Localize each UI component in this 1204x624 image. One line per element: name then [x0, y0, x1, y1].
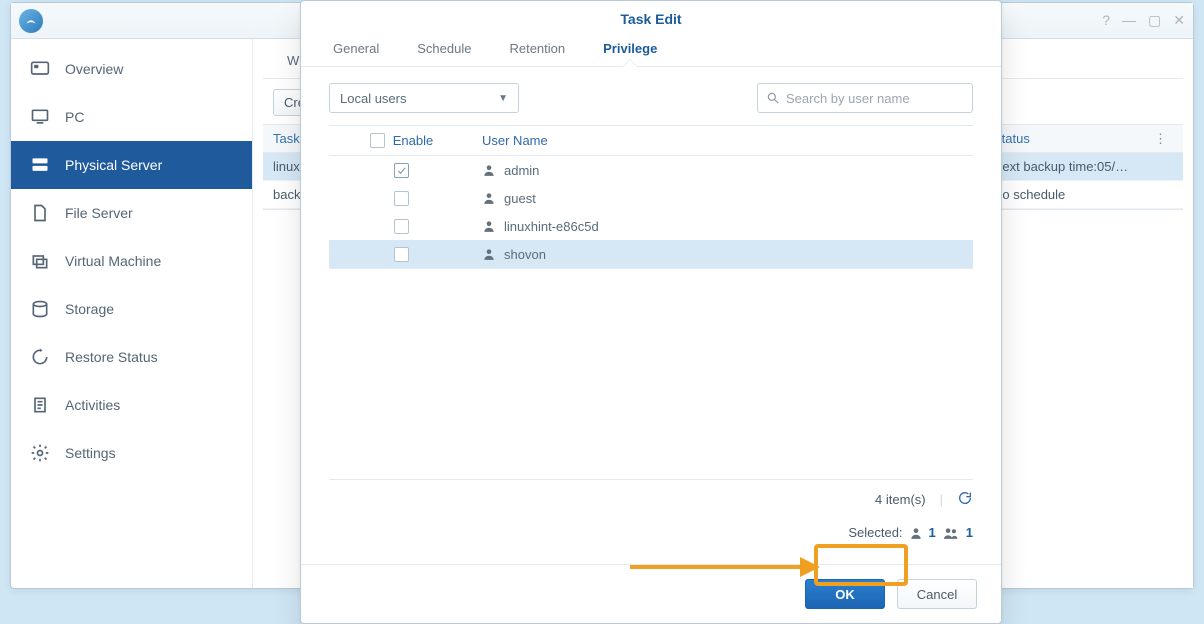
col-enable-header[interactable]: Enable [393, 133, 433, 148]
overview-icon [29, 58, 51, 80]
window-help-icon[interactable]: ? [1102, 12, 1110, 29]
group-icon [942, 526, 960, 540]
task-status: No schedule [993, 187, 1173, 202]
sidebar-item-storage[interactable]: Storage [11, 285, 252, 333]
task-status: Next backup time:05/… [993, 159, 1173, 174]
sidebar-item-label: Activities [65, 397, 120, 413]
selected-label: Selected: [848, 525, 902, 540]
pc-icon [29, 106, 51, 128]
sidebar-item-file-server[interactable]: File Server [11, 189, 252, 237]
restore-icon [29, 346, 51, 368]
sidebar-item-activities[interactable]: Activities [11, 381, 252, 429]
sidebar-item-label: Settings [65, 445, 116, 461]
tab-schedule[interactable]: Schedule [413, 31, 475, 66]
vm-icon [29, 250, 51, 272]
window-close-icon[interactable]: ✕ [1173, 12, 1185, 29]
server-icon [29, 154, 51, 176]
cancel-button[interactable]: Cancel [897, 579, 977, 609]
tab-retention[interactable]: Retention [505, 31, 569, 66]
reload-button[interactable] [957, 490, 973, 509]
enable-checkbox[interactable] [394, 247, 409, 262]
gear-icon [29, 442, 51, 464]
file-server-icon [29, 202, 51, 224]
sidebar: Overview PC Physical Server File Server … [11, 39, 253, 588]
ok-button[interactable]: OK [805, 579, 885, 609]
sidebar-item-label: Virtual Machine [65, 253, 161, 269]
person-icon [482, 191, 496, 205]
selected-summary: Selected: 1 1 [329, 519, 973, 552]
tab-privilege[interactable]: Privilege [599, 31, 661, 66]
sidebar-item-pc[interactable]: PC [11, 93, 252, 141]
item-count-label: 4 item(s) [875, 492, 926, 507]
col-status-header[interactable]: Status [993, 131, 1148, 146]
enable-all-checkbox[interactable] [370, 133, 385, 148]
sidebar-item-label: File Server [65, 205, 133, 221]
sidebar-item-physical-server[interactable]: Physical Server [11, 141, 252, 189]
enable-checkbox[interactable] [394, 191, 409, 206]
grid-columns-menu-icon[interactable]: ⋮ [1148, 131, 1173, 147]
sidebar-item-virtual-machine[interactable]: Virtual Machine [11, 237, 252, 285]
user-name: linuxhint-e86c5d [504, 219, 599, 234]
activities-icon [29, 394, 51, 416]
person-icon [909, 526, 923, 540]
sidebar-item-restore-status[interactable]: Restore Status [11, 333, 252, 381]
enable-checkbox[interactable] [394, 219, 409, 234]
user-search-input[interactable] [786, 91, 964, 106]
user-name: shovon [504, 247, 546, 262]
sidebar-item-label: Storage [65, 301, 114, 317]
sidebar-item-settings[interactable]: Settings [11, 429, 252, 477]
sidebar-item-label: Restore Status [65, 349, 158, 365]
chevron-down-icon: ▼ [498, 93, 508, 104]
window-minimize-icon[interactable]: — [1122, 12, 1136, 29]
enable-checkbox[interactable] [394, 163, 409, 178]
sidebar-item-label: Overview [65, 61, 123, 77]
sidebar-item-label: PC [65, 109, 84, 125]
person-icon [482, 247, 496, 261]
select-value: Local users [340, 91, 406, 106]
user-row[interactable]: shovon [329, 240, 973, 268]
search-icon [766, 91, 780, 105]
task-edit-dialog: Task Edit General Schedule Retention Pri… [300, 0, 1002, 624]
person-icon [482, 163, 496, 177]
user-row[interactable]: linuxhint-e86c5d [329, 212, 973, 240]
user-search-box[interactable] [757, 83, 973, 113]
col-user-header[interactable]: User Name [474, 133, 973, 148]
storage-icon [29, 298, 51, 320]
user-row[interactable]: guest [329, 184, 973, 212]
sidebar-item-label: Physical Server [65, 157, 162, 173]
sidebar-item-overview[interactable]: Overview [11, 45, 252, 93]
divider: | [940, 492, 943, 507]
user-scope-select[interactable]: Local users ▼ [329, 83, 519, 113]
person-icon [482, 219, 496, 233]
app-logo [19, 9, 43, 33]
dialog-title: Task Edit [301, 1, 1001, 31]
user-name: admin [504, 163, 539, 178]
selected-group-count: 1 [966, 525, 973, 540]
user-name: guest [504, 191, 536, 206]
user-table: Enable User Name admin guest [329, 125, 973, 269]
selected-user-count: 1 [929, 525, 936, 540]
user-row[interactable]: admin [329, 156, 973, 184]
window-maximize-icon[interactable]: ▢ [1148, 12, 1161, 29]
tab-general[interactable]: General [329, 31, 383, 66]
